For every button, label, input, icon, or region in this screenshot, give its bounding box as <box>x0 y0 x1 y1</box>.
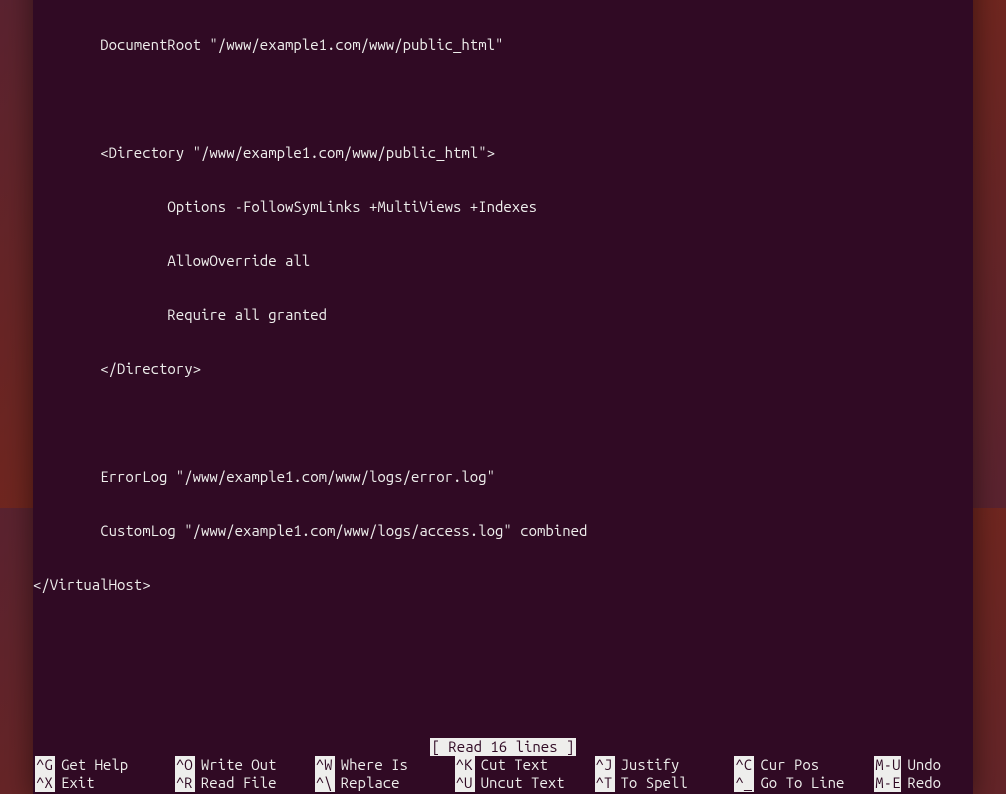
nano-shortcuts: ^GGet Help ^OWrite Out ^WWhere Is ^KCut … <box>33 756 973 794</box>
shortcut-write-out: ^OWrite Out <box>173 756 313 774</box>
code-line: </VirtualHost> <box>33 576 973 594</box>
code-line: Require all granted <box>33 306 973 324</box>
code-line: Options -FollowSymLinks +MultiViews +Ind… <box>33 198 973 216</box>
shortcut-to-spell: ^TTo Spell <box>593 774 733 792</box>
shortcut-cut-text: ^KCut Text <box>453 756 593 774</box>
shortcut-redo: M-ERedo <box>872 774 973 792</box>
nano-status-text: [ Read 16 lines ] <box>430 738 577 756</box>
blank-line <box>33 630 973 648</box>
code-line: </Directory> <box>33 360 973 378</box>
editor-content[interactable]: <VirtualHost *:80> ServerName example1.c… <box>33 0 973 738</box>
code-line <box>33 414 973 432</box>
code-line: DocumentRoot "/www/example1.com/www/publ… <box>33 36 973 54</box>
shortcut-replace: ^\Replace <box>313 774 453 792</box>
terminal-window: shovon@linuxhint: /etc/apache2/sites-ava… <box>33 0 973 794</box>
code-line <box>33 90 973 108</box>
shortcut-get-help: ^GGet Help <box>33 756 173 774</box>
nano-status: [ Read 16 lines ] <box>33 738 973 756</box>
shortcut-read-file: ^RRead File <box>173 774 313 792</box>
shortcut-justify: ^JJustify <box>593 756 733 774</box>
code-line: AllowOverride all <box>33 252 973 270</box>
shortcut-go-to-line: ^_Go To Line <box>732 774 872 792</box>
shortcut-where-is: ^WWhere Is <box>313 756 453 774</box>
code-line: CustomLog "/www/example1.com/www/logs/ac… <box>33 522 973 540</box>
shortcut-uncut-text: ^UUncut Text <box>453 774 593 792</box>
shortcut-cur-pos: ^CCur Pos <box>732 756 872 774</box>
shortcut-undo: M-UUndo <box>872 756 973 774</box>
shortcut-exit: ^XExit <box>33 774 173 792</box>
terminal-body[interactable]: GNU nano 2.9.3 www.example1.com.conf <Vi… <box>33 0 973 794</box>
blank-line <box>33 684 973 702</box>
code-line: ErrorLog "/www/example1.com/www/logs/err… <box>33 468 973 486</box>
code-line: <Directory "/www/example1.com/www/public… <box>33 144 973 162</box>
